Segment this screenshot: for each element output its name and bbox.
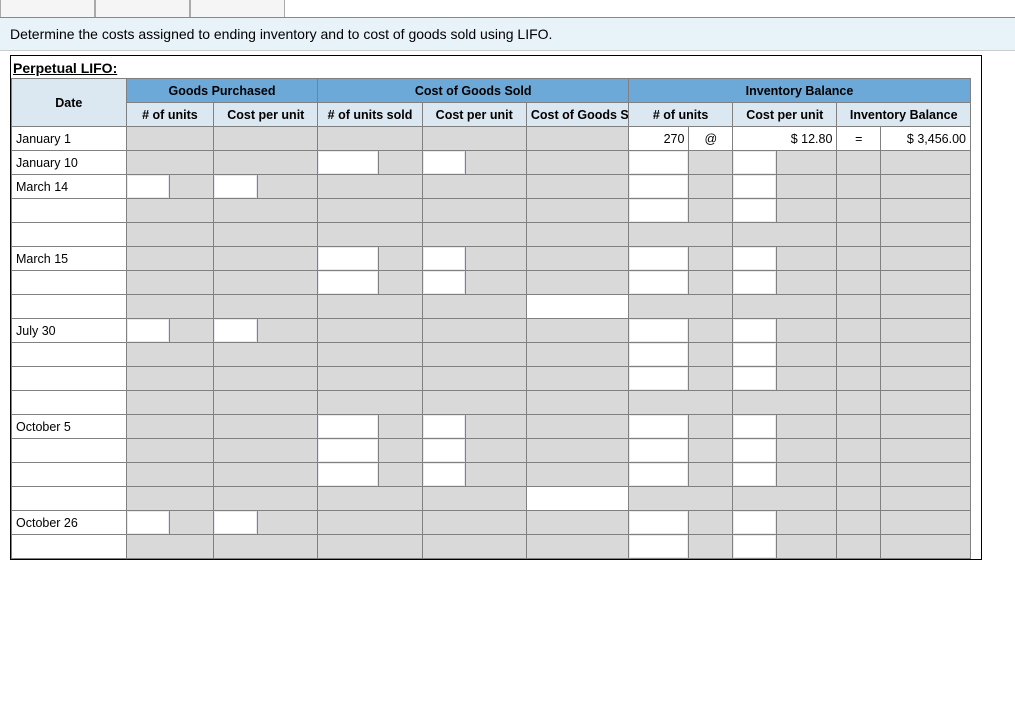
table-row: October 26 — [12, 511, 971, 535]
cost-per-unit-input[interactable] — [422, 247, 466, 271]
inv-units-input[interactable] — [629, 343, 689, 367]
table-row — [12, 487, 971, 511]
col-cost-per-unit3: Cost per unit — [733, 103, 837, 127]
table-row: July 30 — [12, 319, 971, 343]
cost-input[interactable] — [214, 175, 258, 199]
inv-units-input[interactable] — [629, 415, 689, 439]
col-units-sold: # of units sold — [318, 103, 422, 127]
grp-cost-of-goods-sold: Cost of Goods Sold — [318, 79, 629, 103]
inv-cost-input[interactable] — [733, 271, 777, 295]
inv-units-input[interactable] — [629, 367, 689, 391]
inv-units-input[interactable] — [629, 511, 689, 535]
col-date: Date — [12, 79, 127, 127]
units-sold-input[interactable] — [318, 415, 378, 439]
cost-per-unit-input[interactable] — [422, 439, 466, 463]
date-cell: October 5 — [12, 415, 127, 439]
date-cell: October 26 — [12, 511, 127, 535]
units-sold-input[interactable] — [318, 151, 378, 175]
instruction-text: Determine the costs assigned to ending i… — [0, 18, 1015, 51]
table-row: January 1 270 @ $ 12.80 = $ 3,456.00 — [12, 127, 971, 151]
inv-cost-input[interactable] — [733, 199, 777, 223]
tabs-bar — [0, 0, 1015, 18]
table-row: March 14 — [12, 175, 971, 199]
table-row: October 5 — [12, 415, 971, 439]
col-num-units: # of units — [126, 103, 214, 127]
table-row — [12, 367, 971, 391]
equals-symbol: = — [837, 127, 881, 151]
at-symbol: @ — [689, 127, 733, 151]
table-row — [12, 391, 971, 415]
inv-cost-input[interactable] — [733, 463, 777, 487]
col-inv-balance: Inventory Balance — [837, 103, 971, 127]
inv-units-input[interactable] — [629, 535, 689, 559]
inv-units-input[interactable] — [629, 247, 689, 271]
inv-cost-input[interactable] — [733, 367, 777, 391]
table-row — [12, 439, 971, 463]
inv-units-input[interactable] — [629, 151, 689, 175]
units-sold-input[interactable] — [318, 463, 378, 487]
inv-cost-input[interactable] — [733, 511, 777, 535]
table-row — [12, 343, 971, 367]
inv-units-input[interactable] — [629, 175, 689, 199]
table-row — [12, 295, 971, 319]
date-cell: July 30 — [12, 319, 127, 343]
inv-units-input[interactable] — [629, 439, 689, 463]
perpetual-lifo-title: Perpetual LIFO: — [11, 56, 117, 78]
tab-stub[interactable] — [190, 0, 285, 17]
table-row — [12, 271, 971, 295]
grp-inventory-balance: Inventory Balance — [629, 79, 971, 103]
table-row: January 10 — [12, 151, 971, 175]
lifo-table: Date Goods Purchased Cost of Goods Sold … — [11, 78, 971, 559]
inv-units-input[interactable] — [629, 319, 689, 343]
inv-cost-input[interactable] — [733, 151, 777, 175]
inv-cost-input[interactable] — [733, 439, 777, 463]
units-sold-input[interactable] — [318, 247, 378, 271]
inv-units-input[interactable] — [629, 199, 689, 223]
col-num-units2: # of units — [629, 103, 733, 127]
units-sold-input[interactable] — [318, 439, 378, 463]
inv-balance: $ 3,456.00 — [881, 127, 971, 151]
units-input[interactable] — [126, 511, 170, 535]
table-row — [12, 463, 971, 487]
tab-stub[interactable] — [95, 0, 190, 17]
inv-cost: $ 12.80 — [733, 127, 837, 151]
cost-per-unit-input[interactable] — [422, 415, 466, 439]
cost-per-unit-input[interactable] — [422, 271, 466, 295]
units-sold-input[interactable] — [318, 271, 378, 295]
inv-cost-input[interactable] — [733, 415, 777, 439]
inv-cost-input[interactable] — [733, 535, 777, 559]
inv-cost-input[interactable] — [733, 175, 777, 199]
inv-units: 270 — [629, 127, 689, 151]
tab-stub[interactable] — [0, 0, 95, 17]
grp-goods-purchased: Goods Purchased — [126, 79, 318, 103]
inv-units-input[interactable] — [629, 271, 689, 295]
date-cell: January 10 — [12, 151, 127, 175]
inv-units-input[interactable] — [629, 463, 689, 487]
units-input[interactable] — [126, 319, 170, 343]
table-row — [12, 535, 971, 559]
inv-cost-input[interactable] — [733, 247, 777, 271]
cost-per-unit-input[interactable] — [422, 463, 466, 487]
cost-input[interactable] — [214, 511, 258, 535]
table-row: March 15 — [12, 247, 971, 271]
cost-input[interactable] — [214, 319, 258, 343]
col-cost-per-unit: Cost per unit — [214, 103, 318, 127]
units-input[interactable] — [126, 175, 170, 199]
inv-cost-input[interactable] — [733, 319, 777, 343]
inv-cost-input[interactable] — [733, 343, 777, 367]
cost-per-unit-input[interactable] — [422, 151, 466, 175]
date-cell: January 1 — [12, 127, 127, 151]
table-row — [12, 199, 971, 223]
col-cost-per-unit2: Cost per unit — [422, 103, 526, 127]
table-row — [12, 223, 971, 247]
col-cogs: Cost of Goods Sold — [526, 103, 628, 127]
date-cell: March 14 — [12, 175, 127, 199]
date-cell: March 15 — [12, 247, 127, 271]
